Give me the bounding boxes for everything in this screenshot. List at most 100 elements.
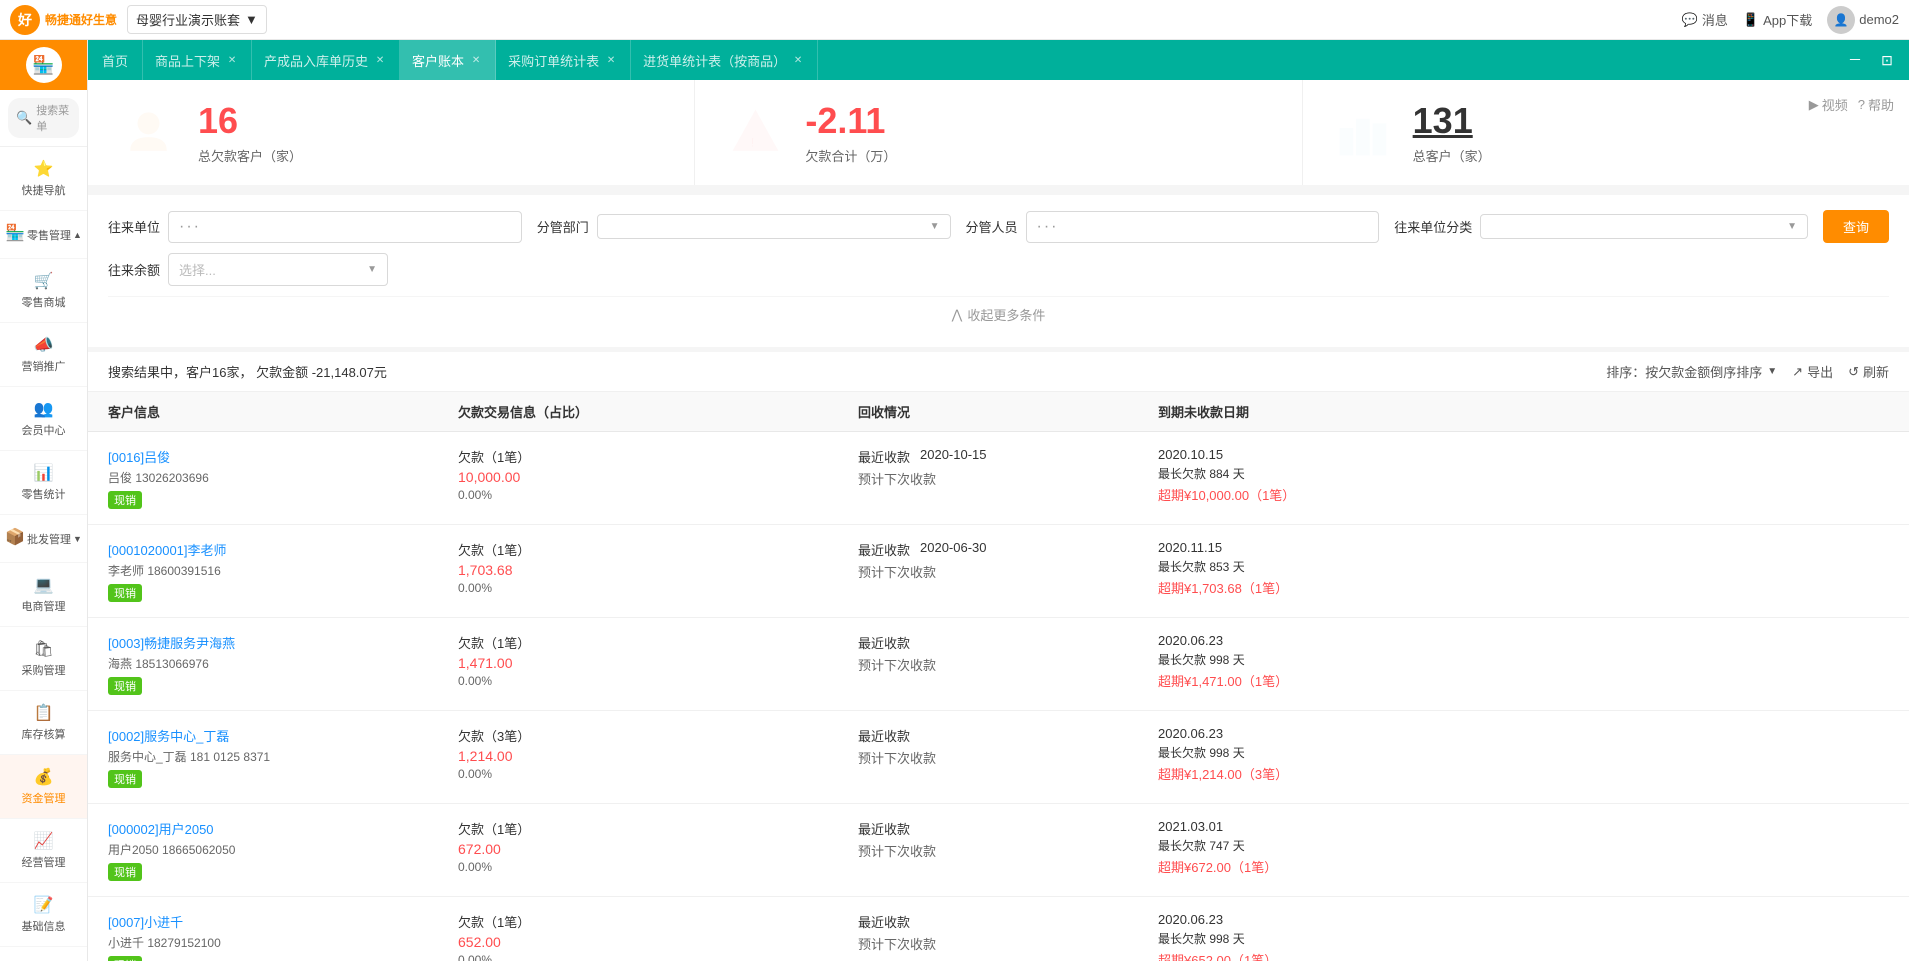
result-summary: 搜索结果中，客户16家 [108, 365, 239, 380]
debt-amount-3[interactable]: 1,214.00 [458, 748, 858, 764]
stat-info-2: -2.11 欠款合计（万） [805, 100, 1271, 165]
top-bar-right: 💬 消息 📱 App下载 👤 demo2 [1682, 6, 1899, 34]
stat-actions: ▶ 视频 ? 帮助 [1809, 95, 1894, 114]
tab-purchase-stats[interactable]: 进货单统计表（按商品） ✕ [631, 40, 818, 80]
customer-tag-4: 现销 [108, 863, 142, 881]
sidebar-item-quick-nav[interactable]: ⭐ 快捷导航 [0, 147, 87, 211]
refresh-button[interactable]: ↺ 刷新 [1848, 362, 1889, 381]
manager-input[interactable]: ··· [1026, 211, 1380, 243]
video-button[interactable]: ▶ 视频 [1809, 95, 1848, 114]
retail-stats-label: 零售统计 [0, 486, 87, 502]
tab-customer-account-close[interactable]: ✕ [469, 53, 483, 67]
sidebar-item-basic-info[interactable]: 📝 基础信息 [0, 883, 87, 947]
balance-placeholder: 选择... [179, 260, 216, 279]
customer-name-5[interactable]: [0007]小进千 [108, 912, 458, 931]
search-button[interactable]: 查询 [1823, 210, 1889, 243]
user-name: demo2 [1859, 12, 1899, 27]
export-button[interactable]: ↗ 导出 [1792, 362, 1833, 381]
table-rows-container: [0016]吕俊 吕俊 13026203696 现销 欠款（1笔） 10,000… [88, 432, 1909, 961]
sidebar-item-finance[interactable]: 💰 资金管理 [0, 755, 87, 819]
stat-icon-2: ! [725, 103, 785, 163]
customer-name-1[interactable]: [0001020001]李老师 [108, 540, 458, 559]
tab-purchase-order-close[interactable]: ✕ [604, 53, 618, 67]
overdue-amount-3[interactable]: 超期¥1,214.00（3笔） [1158, 764, 1889, 783]
table-row: [0016]吕俊 吕俊 13026203696 现销 欠款（1笔） 10,000… [88, 432, 1909, 525]
department-select[interactable]: ▼ [597, 214, 951, 239]
content-area: 首页 商品上下架 ✕ 产成品入库单历史 ✕ 客户账本 ✕ 采购订单统计表 ✕ [88, 40, 1909, 961]
tab-production-close[interactable]: ✕ [373, 53, 387, 67]
filter-row-1: 往来单位 ··· 分管部门 ▼ [108, 210, 1889, 243]
marketing-icon: 📣 [0, 335, 87, 355]
balance-select[interactable]: 选择... ▼ [168, 253, 388, 286]
customer-contact-5: 小进千 18279152100 [108, 934, 458, 951]
collapse-more-btn[interactable]: ⋀ 收起更多条件 [108, 296, 1889, 332]
overdue-days-4: 最长欠款 747 天 [1158, 837, 1889, 854]
sidebar-item-purchase[interactable]: 🛍 采购管理 [0, 627, 87, 691]
customer-name-4[interactable]: [000002]用户2050 [108, 819, 458, 838]
manager-dots: ··· [1037, 218, 1059, 236]
tab-products[interactable]: 商品上下架 ✕ [143, 40, 252, 80]
result-amount: 欠款金额 -21,148.07元 [256, 365, 387, 380]
tab-maximize-button[interactable]: ⊡ [1873, 46, 1901, 74]
debt-amount-4[interactable]: 672.00 [458, 841, 858, 857]
debt-amount-5[interactable]: 652.00 [458, 934, 858, 950]
retail-mgmt-row: 🏪 零售管理 ▲ [0, 223, 87, 246]
debt-amount-1[interactable]: 1,703.68 [458, 562, 858, 578]
sort-label: 排序：按欠款金额倒序排序 [1606, 362, 1762, 381]
tab-customer-account[interactable]: 客户账本 ✕ [400, 40, 496, 80]
tab-purchase-order[interactable]: 采购订单统计表 ✕ [496, 40, 631, 80]
customer-contact-4: 用户2050 18665062050 [108, 841, 458, 858]
tab-purchase-order-label: 采购订单统计表 [508, 51, 599, 70]
sidebar-item-retail-mall[interactable]: 🛒 零售商城 [0, 259, 87, 323]
sidebar-item-member[interactable]: 👥 会员中心 [0, 387, 87, 451]
video-label: 视频 [1822, 95, 1848, 114]
customer-name-0[interactable]: [0016]吕俊 [108, 447, 458, 466]
sidebar-search-box[interactable]: 🔍 搜索菜单 [8, 98, 79, 138]
user-profile[interactable]: 👤 demo2 [1827, 6, 1899, 34]
sort-selector[interactable]: 排序：按欠款金额倒序排序 ▼ [1606, 362, 1777, 381]
sidebar-item-inventory[interactable]: 📋 库存核算 [0, 691, 87, 755]
tab-production[interactable]: 产成品入库单历史 ✕ [252, 40, 400, 80]
result-bar: 搜索结果中，客户16家， 欠款金额 -21,148.07元 排序：按欠款金额倒序… [88, 352, 1909, 392]
tab-home[interactable]: 首页 [88, 40, 143, 80]
stat-number-2: -2.11 [805, 100, 1271, 142]
overdue-amount-4[interactable]: 超期¥672.00（1笔） [1158, 857, 1889, 876]
source-unit-input[interactable]: ··· [168, 211, 522, 243]
tab-products-close[interactable]: ✕ [225, 53, 239, 67]
debt-ratio-0: 0.00% [458, 488, 858, 502]
unit-category-arrow: ▼ [1787, 221, 1797, 232]
finance-icon: 💰 [0, 767, 87, 787]
customer-tag-3: 现销 [108, 770, 142, 788]
sidebar-item-retail-stats[interactable]: 📊 零售统计 [0, 451, 87, 515]
stats-row: 16 总欠款客户（家） ! -2.11 欠款合计（万） [88, 80, 1909, 185]
tab-minimize-button[interactable]: － [1841, 46, 1869, 74]
store-selector[interactable]: 母婴行业演示账套 ▼ [127, 5, 267, 34]
help-button[interactable]: ? 帮助 [1858, 95, 1894, 114]
unit-category-select[interactable]: ▼ [1480, 214, 1808, 239]
sidebar-item-ecommerce[interactable]: 💻 电商管理 [0, 563, 87, 627]
debt-amount-0[interactable]: 10,000.00 [458, 469, 858, 485]
overdue-date-2: 2020.06.23 [1158, 633, 1889, 648]
overdue-amount-0[interactable]: 超期¥10,000.00（1笔） [1158, 485, 1889, 504]
overdue-amount-5[interactable]: 超期¥652.00（1笔） [1158, 950, 1889, 961]
overdue-amount-2[interactable]: 超期¥1,471.00（1笔） [1158, 671, 1889, 690]
sidebar-item-system[interactable]: ⚙ 系统管理 [0, 947, 87, 961]
app-download-button[interactable]: 📱 App下载 [1743, 10, 1812, 29]
tab-purchase-stats-close[interactable]: ✕ [791, 53, 805, 67]
table-row: [0003]畅捷服务尹海燕 海燕 18513066976 现销 欠款（1笔） 1… [88, 618, 1909, 711]
sidebar-item-operations[interactable]: 📈 经营管理 [0, 819, 87, 883]
customer-name-3[interactable]: [0002]服务中心_丁磊 [108, 726, 458, 745]
last-collect-date-1: 2020-06-30 [920, 540, 987, 559]
sidebar-item-retail-mgmt[interactable]: 🏪 零售管理 ▲ [0, 211, 87, 259]
customer-name-2[interactable]: [0003]畅捷服务尹海燕 [108, 633, 458, 652]
purchase-icon: 🛍 [0, 639, 87, 659]
overdue-amount-1[interactable]: 超期¥1,703.68（1笔） [1158, 578, 1889, 597]
customer-contact-3: 服务中心_丁磊 181 0125 8371 [108, 748, 458, 765]
overdue-info-5: 2020.06.23 最长欠款 998 天 超期¥652.00（1笔） [1158, 912, 1889, 961]
member-icon: 👥 [0, 399, 87, 419]
debt-amount-2[interactable]: 1,471.00 [458, 655, 858, 671]
customer-contact-2: 海燕 18513066976 [108, 655, 458, 672]
sidebar-item-marketing[interactable]: 📣 营销推广 [0, 323, 87, 387]
message-button[interactable]: 💬 消息 [1682, 10, 1728, 29]
sidebar-item-batch-mgmt[interactable]: 📦 批发管理 ▼ [0, 515, 87, 563]
